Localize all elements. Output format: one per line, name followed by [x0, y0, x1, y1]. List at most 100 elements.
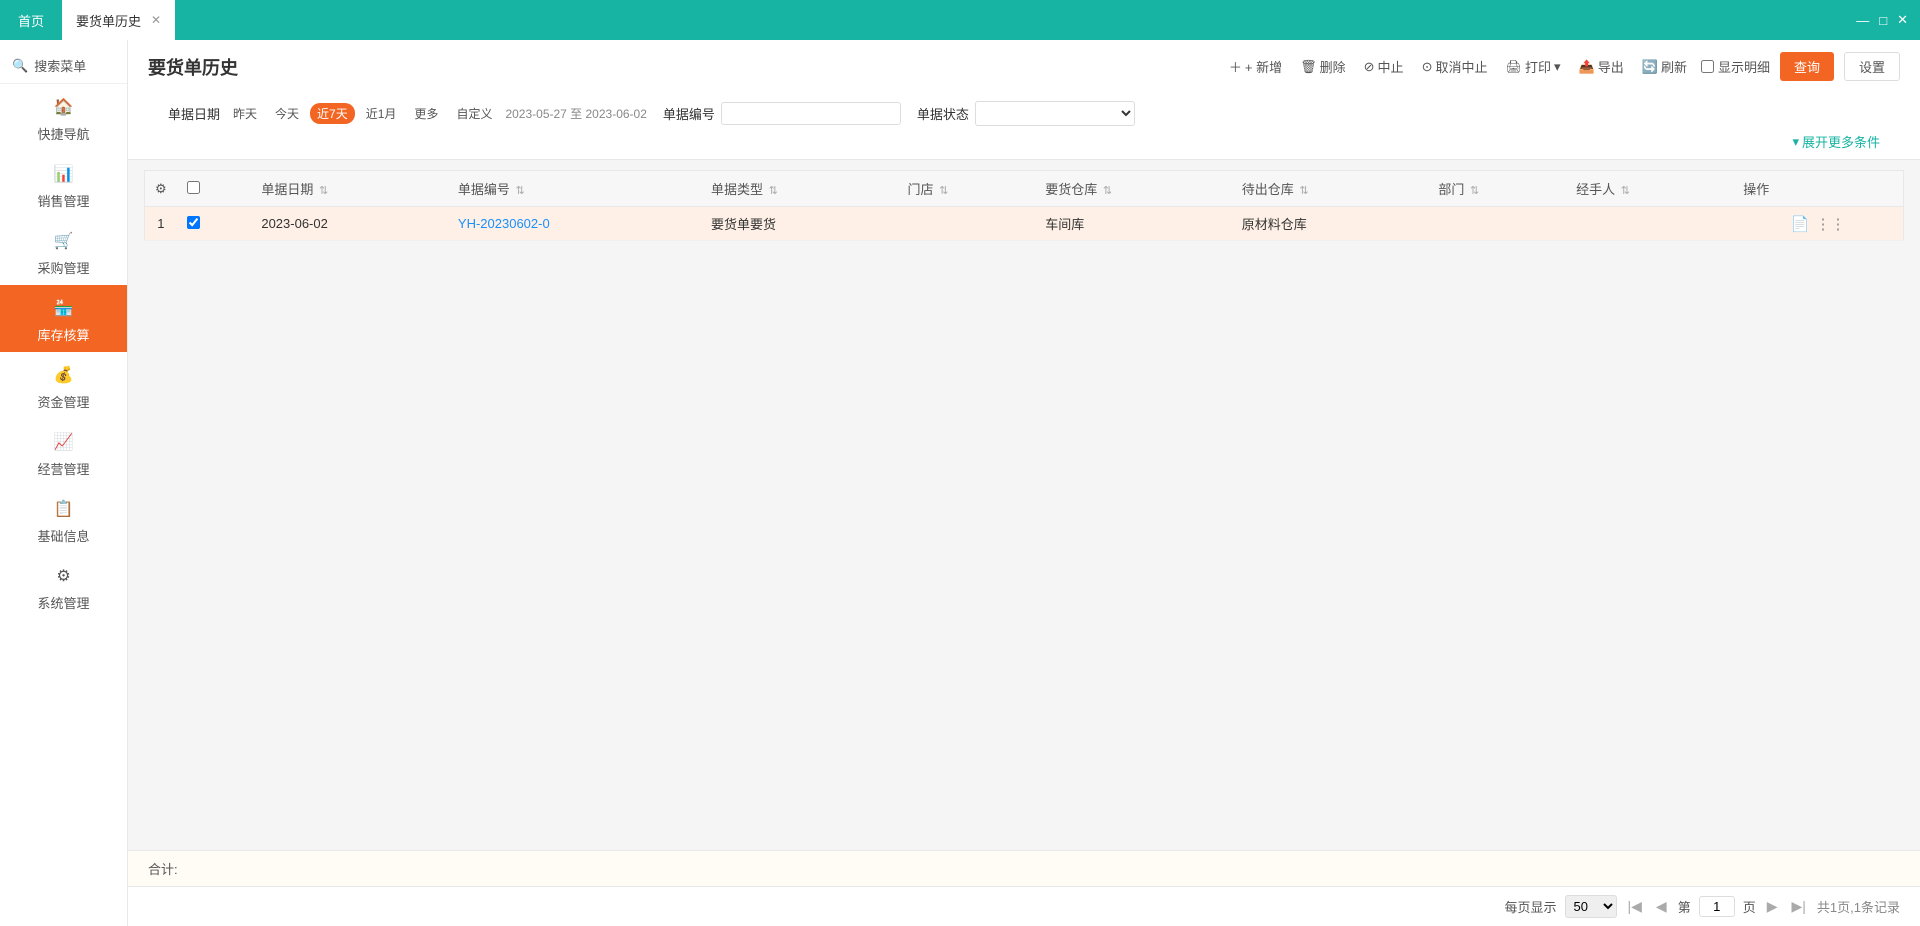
sidebar-search[interactable]: 🔍 搜索菜单: [0, 46, 127, 84]
stop-button[interactable]: ⊘ 中止: [1360, 55, 1408, 78]
col-billno[interactable]: 单据编号 ⇅: [448, 171, 701, 207]
page-label-first: 第: [1678, 897, 1691, 916]
sidebar-item-sales[interactable]: 📊 销售管理: [0, 151, 127, 218]
tab-home[interactable]: 首页: [0, 0, 62, 40]
col-out-warehouse[interactable]: 待出仓库 ⇅: [1232, 171, 1429, 207]
cell-billno[interactable]: YH-20230602-0: [448, 207, 701, 241]
summary-label: 合计:: [148, 862, 178, 877]
add-button[interactable]: ＋ + 新增: [1225, 55, 1286, 78]
sidebar-item-inventory[interactable]: 🏪 库存核算: [0, 285, 127, 352]
next-page-button[interactable]: ▶: [1764, 897, 1781, 916]
export-label: 导出: [1598, 57, 1624, 76]
print-arrow-icon: ▾: [1554, 59, 1561, 75]
page-size-select[interactable]: 20 50 100: [1565, 895, 1617, 918]
billstatus-select[interactable]: [975, 101, 1135, 126]
expand-label: 展开更多条件: [1802, 132, 1880, 151]
sidebar-item-purchase[interactable]: 🛒 采购管理: [0, 218, 127, 285]
billno-filter-label: 单据编号: [663, 104, 715, 123]
row-checkbox[interactable]: [187, 216, 200, 229]
display-detail-label: 显示明细: [1718, 57, 1770, 76]
sidebar: 🔍 搜索菜单 🏠 快捷导航 📊 销售管理 🛒 采购管理 🏪 库存核算 💰: [0, 40, 128, 926]
tab-active-label: 要货单历史: [76, 11, 141, 30]
tab-close-icon[interactable]: ✕: [151, 13, 161, 27]
billno-input[interactable]: [721, 102, 901, 125]
col-action: 操作: [1733, 171, 1903, 207]
current-page-input[interactable]: [1699, 896, 1735, 917]
display-detail-toggle[interactable]: 显示明细: [1701, 57, 1770, 76]
add-icon: ＋: [1229, 57, 1242, 76]
col-handler[interactable]: 经手人 ⇅: [1566, 171, 1733, 207]
display-detail-checkbox[interactable]: [1701, 60, 1714, 73]
expand-more-button[interactable]: ▾ 展开更多条件: [1792, 132, 1880, 151]
sidebar-item-label: 采购管理: [37, 258, 89, 277]
col-store[interactable]: 门店 ⇅: [898, 171, 1036, 207]
pagination-bar: 每页显示 20 50 100 |◀ ◀ 第 页 ▶ ▶| 共1页,1条记录: [128, 886, 1920, 926]
refresh-button[interactable]: 🔄 刷新: [1638, 55, 1691, 78]
print-icon: 🖨: [1505, 59, 1522, 75]
action-icons: 📄 ⋮⋮: [1743, 215, 1893, 233]
refresh-icon: 🔄: [1642, 59, 1658, 75]
sidebar-item-operations[interactable]: 📈 经营管理: [0, 419, 127, 486]
data-table: ⚙ 单据日期 ⇅ 单据编号 ⇅ 单据类型 ⇅ 门店 ⇅ 要货仓库 ⇅ 待出仓库 …: [144, 170, 1904, 241]
sidebar-item-finance[interactable]: 💰 资金管理: [0, 352, 127, 419]
date-today[interactable]: 今天: [268, 103, 306, 124]
first-page-button[interactable]: |◀: [1625, 897, 1645, 916]
settings-button[interactable]: 设置: [1844, 52, 1900, 81]
table-wrapper: ⚙ 单据日期 ⇅ 单据编号 ⇅ 单据类型 ⇅ 门店 ⇅ 要货仓库 ⇅ 待出仓库 …: [128, 160, 1920, 850]
sidebar-item-system[interactable]: ⚙ 系统管理: [0, 553, 127, 620]
query-button[interactable]: 查询: [1780, 52, 1834, 81]
cell-date: 2023-06-02: [251, 207, 448, 241]
date-yesterday[interactable]: 昨天: [226, 103, 264, 124]
tab-bar: 首页 要货单历史 ✕: [0, 0, 175, 40]
search-icon: 🔍: [12, 58, 28, 74]
table-row[interactable]: 1 2023-06-02 YH-20230602-0 要货单要货 车间库 原材料…: [145, 207, 1904, 241]
col-date[interactable]: 单据日期 ⇅: [251, 171, 448, 207]
row-edit-icon[interactable]: 📄: [1791, 215, 1810, 233]
sidebar-item-basic-info[interactable]: 📋 基础信息: [0, 486, 127, 553]
billstatus-filter-label: 单据状态: [917, 104, 969, 123]
table-body: 1 2023-06-02 YH-20230602-0 要货单要货 车间库 原材料…: [145, 207, 1904, 241]
date-more[interactable]: 更多: [407, 103, 445, 124]
cell-store: [898, 207, 1036, 241]
sidebar-item-label: 库存核算: [37, 325, 89, 344]
date-7days[interactable]: 近7天: [310, 103, 355, 124]
tab-active[interactable]: 要货单历史 ✕: [62, 0, 175, 40]
home-icon: 🏠: [51, 94, 77, 120]
window-close[interactable]: ✕: [1897, 12, 1908, 28]
col-gear[interactable]: ⚙: [145, 171, 177, 207]
sales-icon: 📊: [51, 161, 77, 187]
export-button[interactable]: 📤 导出: [1575, 55, 1628, 78]
date-custom[interactable]: 自定义: [449, 103, 499, 124]
col-checkbox[interactable]: [177, 171, 252, 207]
row-more-icon[interactable]: ⋮⋮: [1815, 215, 1845, 233]
print-button[interactable]: 🖨 打印 ▾: [1501, 55, 1564, 78]
page-title: 要货单历史: [148, 54, 238, 80]
col-dept[interactable]: 部门 ⇅: [1428, 171, 1566, 207]
delete-button[interactable]: 🗑 删除: [1296, 55, 1350, 78]
sidebar-item-label: 资金管理: [37, 392, 89, 411]
sidebar-item-label: 系统管理: [37, 593, 89, 612]
billno-link[interactable]: YH-20230602-0: [458, 216, 550, 231]
window-minimize[interactable]: —: [1856, 13, 1869, 28]
col-req-warehouse[interactable]: 要货仓库 ⇅: [1035, 171, 1232, 207]
last-page-button[interactable]: ▶|: [1789, 897, 1809, 916]
operations-icon: 📈: [51, 429, 77, 455]
sort-icon-req: ⇅: [1103, 185, 1112, 197]
select-all-checkbox[interactable]: [187, 181, 200, 194]
sidebar-item-quick-nav[interactable]: 🏠 快捷导航: [0, 84, 127, 151]
col-type[interactable]: 单据类型 ⇅: [701, 171, 898, 207]
date-1month[interactable]: 近1月: [359, 103, 404, 124]
window-maximize[interactable]: □: [1879, 13, 1887, 28]
cell-num: 1: [145, 207, 177, 241]
prev-page-button[interactable]: ◀: [1653, 897, 1670, 916]
sort-icon-type: ⇅: [769, 185, 778, 197]
sort-icon-date: ⇅: [319, 185, 328, 197]
billstatus-filter-group: 单据状态: [917, 101, 1135, 126]
purchase-icon: 🛒: [51, 228, 77, 254]
cell-checkbox[interactable]: [177, 207, 252, 241]
cell-out-warehouse: 原材料仓库: [1232, 207, 1429, 241]
top-bar-right: — □ ✕: [1856, 12, 1920, 28]
sidebar-item-label: 快捷导航: [37, 124, 89, 143]
content-area: 要货单历史 ＋ + 新增 🗑 删除 ⊘ 中止 ⊙: [128, 40, 1920, 926]
cancel-stop-button[interactable]: ⊙ 取消中止: [1418, 55, 1492, 78]
